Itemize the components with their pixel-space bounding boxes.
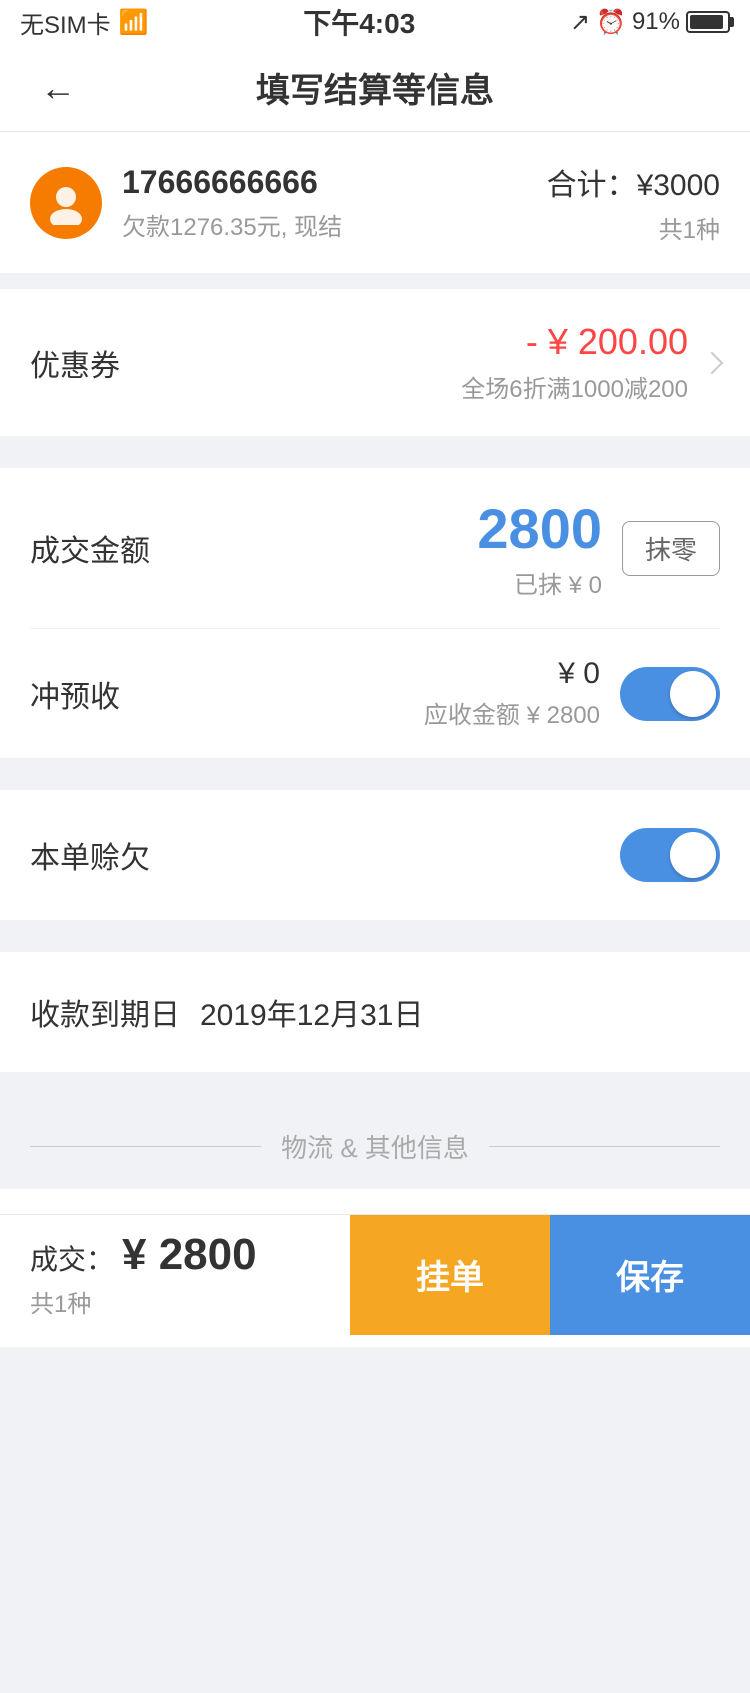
round-button[interactable]: 抹零 <box>622 521 720 576</box>
status-right: ↗ ⏰ 91% <box>570 8 730 37</box>
prepay-sub: 应收金额 ¥ 2800 <box>424 695 600 730</box>
save-button[interactable]: 保存 <box>550 1215 750 1335</box>
content: 17666666666 欠款1276.35元, 现结 合计：¥3000 共1种 … <box>0 132 750 1693</box>
bottom-count: 共1种 <box>30 1284 320 1319</box>
coupon-desc: 全场6折满1000减200 <box>461 369 688 404</box>
bottom-bar: 成交： ¥ 2800 共1种 挂单 保存 <box>0 1214 750 1334</box>
arrears-toggle[interactable] <box>620 828 720 882</box>
location-icon: ↗ <box>570 8 590 37</box>
nav-bar: ← 填写结算等信息 <box>0 44 750 132</box>
coupon-section: 优惠券 - ¥ 200.00 全场6折满1000减200 <box>0 289 750 436</box>
chevron-right-icon <box>701 351 724 374</box>
transaction-label: 成交金额 <box>30 526 150 570</box>
gray-divider-3 <box>0 936 750 952</box>
due-date-label: 收款到期日 <box>30 990 180 1034</box>
status-left: 无SIM卡 📶 <box>20 5 149 40</box>
customer-sub: 欠款1276.35元, 现结 <box>122 207 342 242</box>
due-date-section: 收款到期日 2019年12月31日 <box>0 952 750 1072</box>
due-date-value: 2019年12月31日 <box>200 990 423 1034</box>
transaction-amount: 2800 <box>477 496 602 561</box>
back-button[interactable]: ← <box>30 57 86 119</box>
arrears-section: 本单赊欠 <box>0 790 750 920</box>
prepay-amount: ¥ 0 <box>424 657 600 691</box>
customer-card: 17666666666 欠款1276.35元, 现结 合计：¥3000 共1种 <box>0 132 750 273</box>
empty-area <box>0 1363 750 1563</box>
logistics-divider: 物流 & 其他信息 <box>0 1104 750 1189</box>
battery-icon <box>686 11 730 33</box>
prepay-label: 冲预收 <box>30 672 120 716</box>
coupon-discount: - ¥ 200.00 <box>461 321 688 363</box>
customer-total: 合计：¥3000 <box>547 160 720 204</box>
transaction-sub: 已抹 ¥ 0 <box>477 565 602 600</box>
status-bar: 无SIM卡 📶 下午4:03 ↗ ⏰ 91% <box>0 0 750 44</box>
battery-pct: 91% <box>632 8 680 36</box>
logistics-text: 物流 & 其他信息 <box>281 1128 469 1165</box>
transaction-section: 成交金额 2800 已抹 ¥ 0 抹零 冲预收 ¥ 0 应收金额 ¥ 2800 <box>0 468 750 758</box>
coupon-row[interactable]: 优惠券 - ¥ 200.00 全场6折满1000减200 <box>0 289 750 436</box>
coupon-label: 优惠券 <box>30 341 120 385</box>
bottom-amount: ¥ 2800 <box>122 1230 257 1280</box>
gray-divider-2 <box>0 774 750 790</box>
arrears-label: 本单赊欠 <box>30 833 150 877</box>
sim-label: 无SIM卡 <box>20 5 111 40</box>
customer-phone: 17666666666 <box>122 164 342 201</box>
prepay-toggle[interactable] <box>620 667 720 721</box>
due-date-row: 收款到期日 2019年12月31日 <box>30 952 720 1072</box>
hang-button[interactable]: 挂单 <box>350 1215 550 1335</box>
gray-divider-4 <box>0 1088 750 1104</box>
page-title: 填写结算等信息 <box>256 63 494 112</box>
bottom-deal-label: 成交： <box>30 1238 114 1278</box>
arrears-row: 本单赊欠 <box>30 790 720 920</box>
arrears-toggle-knob <box>670 832 716 878</box>
customer-count: 共1种 <box>547 210 720 245</box>
alarm-icon: ⏰ <box>596 8 626 37</box>
prepay-row: 冲预收 ¥ 0 应收金额 ¥ 2800 <box>30 629 720 758</box>
transaction-row: 成交金额 2800 已抹 ¥ 0 抹零 <box>30 468 720 629</box>
status-time: 下午4:03 <box>303 2 415 42</box>
avatar <box>30 167 102 239</box>
wifi-icon: 📶 <box>119 8 149 37</box>
gray-divider <box>0 452 750 468</box>
toggle-knob <box>670 671 716 717</box>
